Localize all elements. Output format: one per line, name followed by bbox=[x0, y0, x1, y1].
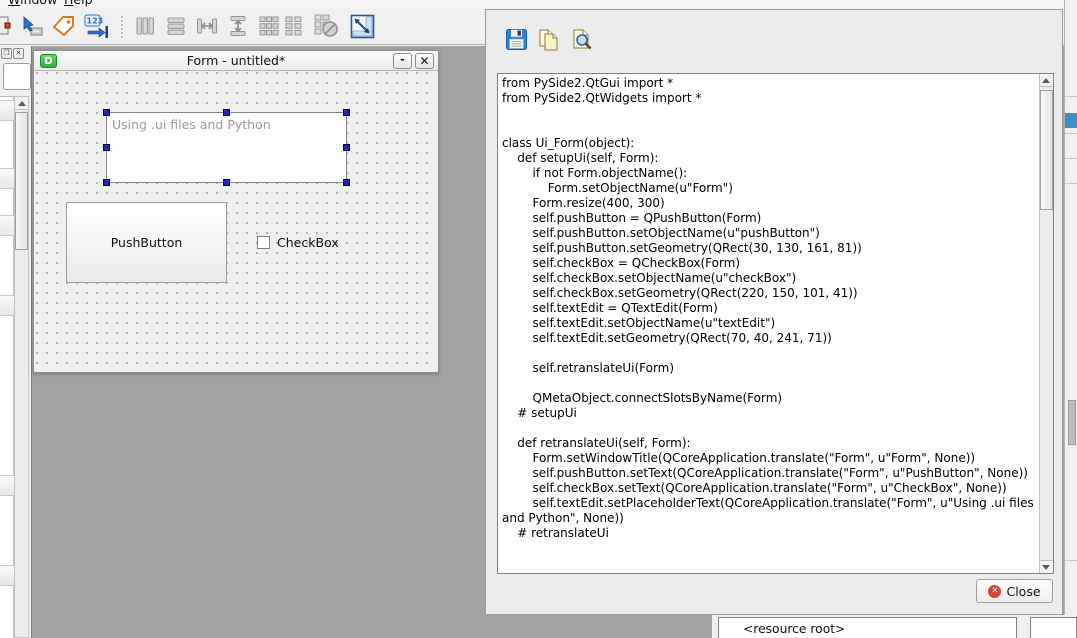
layout-vertical-splitter-button[interactable] bbox=[224, 12, 252, 40]
layout-vertical-splitter-icon bbox=[226, 14, 250, 38]
copy-button[interactable] bbox=[537, 28, 560, 51]
find-button[interactable] bbox=[570, 28, 593, 51]
selection-handle[interactable] bbox=[343, 144, 350, 151]
layout-horizontal-splitter-icon bbox=[195, 14, 219, 38]
menu-help[interactable]: Help bbox=[64, 0, 93, 7]
break-layout-icon bbox=[313, 13, 339, 39]
edit-tab-order-icon: 123 bbox=[83, 13, 109, 39]
toolbar-separator bbox=[121, 16, 123, 38]
close-button-label: Close bbox=[1006, 584, 1040, 599]
form-canvas[interactable]: Using .ui files and Python PushButton Ch… bbox=[36, 72, 436, 372]
selection-handle[interactable] bbox=[223, 179, 230, 186]
scroll-up-icon[interactable] bbox=[1040, 74, 1053, 87]
scrollbar-thumb[interactable] bbox=[1040, 90, 1053, 210]
property-selected-row bbox=[1065, 113, 1077, 128]
dock-close-icon[interactable]: ✕ bbox=[13, 48, 24, 59]
layout-vertical-icon bbox=[164, 14, 188, 38]
form-window: D Form - untitled* - ✕ Using .ui files a… bbox=[33, 50, 439, 373]
layout-horizontal-button[interactable] bbox=[131, 12, 159, 40]
widget-box-dock: ❐ ✕ bbox=[0, 46, 31, 638]
form-close-button[interactable]: ✕ bbox=[415, 53, 434, 69]
code-preview-dialog: from PySide2.QtGui import * from PySide2… bbox=[485, 9, 1063, 615]
find-icon bbox=[570, 28, 593, 52]
property-scrollbar-thumb[interactable] bbox=[1068, 400, 1076, 445]
selection-handle[interactable] bbox=[103, 179, 110, 186]
copy-icon bbox=[537, 28, 560, 52]
resource-browser-dock: <resource root> bbox=[712, 615, 1077, 638]
code-scrollbar[interactable] bbox=[1039, 74, 1053, 573]
menu-window[interactable]: Window bbox=[8, 0, 57, 7]
menu-bar: Window Help bbox=[0, 0, 1077, 9]
layout-form-button[interactable] bbox=[283, 12, 305, 40]
dock-float-icon[interactable]: ❐ bbox=[1, 48, 12, 59]
resource-tree[interactable]: <resource root> bbox=[718, 617, 1017, 638]
resource-root-item[interactable]: <resource root> bbox=[743, 622, 845, 636]
checkbox-box[interactable] bbox=[257, 236, 270, 249]
widget-category-row[interactable] bbox=[0, 295, 14, 316]
layout-horizontal-icon bbox=[133, 14, 157, 38]
selection-handle[interactable] bbox=[103, 144, 110, 151]
scrollbar-thumb[interactable] bbox=[15, 112, 28, 250]
svg-text:123: 123 bbox=[87, 17, 104, 26]
layout-form-icon bbox=[284, 14, 304, 38]
widget-box-scrollbar[interactable] bbox=[14, 96, 29, 638]
selection-handle[interactable] bbox=[343, 109, 350, 116]
generated-python-code[interactable]: from PySide2.QtGui import * from PySide2… bbox=[502, 76, 1036, 573]
edit-widgets-icon bbox=[0, 14, 13, 38]
widget-category-row[interactable] bbox=[0, 565, 14, 586]
widget-box-list[interactable] bbox=[0, 96, 14, 638]
resource-list-panel[interactable] bbox=[1030, 617, 1077, 638]
code-view[interactable]: from PySide2.QtGui import * from PySide2… bbox=[497, 73, 1054, 574]
form-title-bar[interactable]: D Form - untitled* - ✕ bbox=[34, 51, 438, 71]
edit-buddies-icon bbox=[51, 13, 77, 39]
selection-handle[interactable] bbox=[343, 179, 350, 186]
save-button[interactable] bbox=[505, 28, 528, 51]
scroll-down-icon[interactable] bbox=[1040, 560, 1053, 573]
textedit-placeholder: Using .ui files and Python bbox=[112, 117, 271, 132]
selection-handle[interactable] bbox=[103, 109, 110, 116]
pushbutton-widget[interactable]: PushButton bbox=[66, 202, 227, 283]
widget-filter-input[interactable] bbox=[3, 63, 31, 90]
widget-category-row[interactable] bbox=[0, 475, 14, 496]
edit-buddies-button[interactable] bbox=[50, 12, 78, 40]
textedit-widget[interactable]: Using .ui files and Python bbox=[106, 112, 347, 183]
close-button[interactable]: ✕ Close bbox=[976, 579, 1053, 603]
layout-horizontal-splitter-button[interactable] bbox=[193, 12, 221, 40]
checkbox-label: CheckBox bbox=[277, 235, 339, 250]
widget-category-row[interactable] bbox=[0, 168, 14, 189]
scroll-up-icon[interactable] bbox=[15, 97, 28, 110]
widget-category-row[interactable] bbox=[0, 100, 14, 121]
adjust-size-button[interactable] bbox=[348, 12, 376, 40]
form-minimize-button[interactable]: - bbox=[393, 53, 412, 69]
close-icon: ✕ bbox=[988, 585, 1001, 598]
form-window-title: Form - untitled* bbox=[34, 53, 438, 68]
edit-signals-slots-button[interactable] bbox=[18, 12, 46, 40]
edit-widgets-button[interactable] bbox=[0, 12, 15, 40]
adjust-size-icon bbox=[350, 14, 375, 39]
layout-grid-button[interactable] bbox=[255, 12, 283, 40]
widget-category-row[interactable] bbox=[0, 215, 14, 236]
edit-signals-slots-icon bbox=[20, 14, 45, 39]
checkbox-widget[interactable]: CheckBox bbox=[256, 222, 357, 263]
break-layout-button[interactable] bbox=[312, 12, 340, 40]
layout-grid-icon bbox=[257, 14, 281, 38]
selection-handle[interactable] bbox=[223, 109, 230, 116]
edit-tab-order-button[interactable]: 123 bbox=[82, 12, 110, 40]
pushbutton-label: PushButton bbox=[111, 235, 183, 250]
property-editor-dock-edge bbox=[1064, 0, 1077, 638]
layout-vertical-button[interactable] bbox=[162, 12, 190, 40]
save-icon bbox=[505, 28, 528, 51]
